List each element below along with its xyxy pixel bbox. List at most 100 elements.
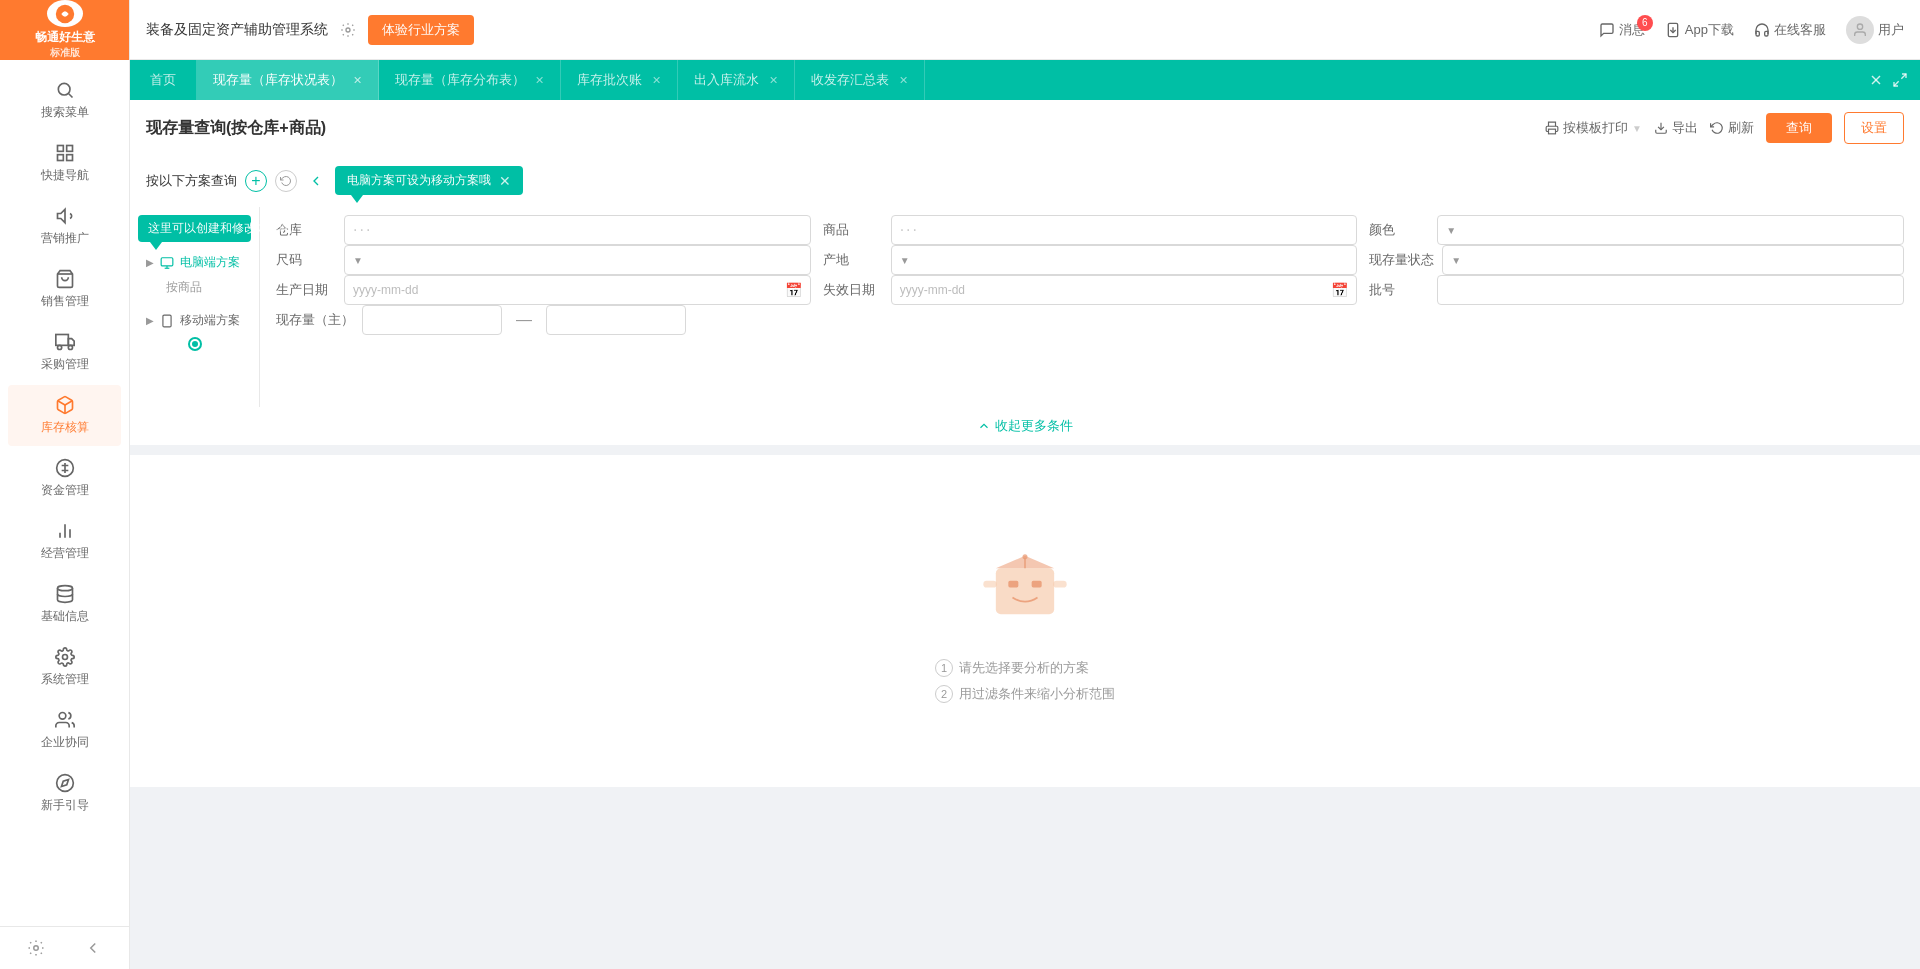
stock-qty-from[interactable] — [362, 305, 502, 335]
user-avatar-button[interactable]: 用户 — [1846, 16, 1904, 44]
warehouse-dots[interactable]: ··· — [353, 221, 372, 239]
step-1-num: 1 — [935, 659, 953, 677]
exp-date-input[interactable]: yyyy-mm-dd 📅 — [891, 275, 1358, 305]
stock-status-select[interactable]: ▼ — [1442, 245, 1904, 275]
query-button[interactable]: 查询 — [1766, 113, 1832, 143]
size-label: 尺码 — [276, 251, 336, 269]
experience-button[interactable]: 体验行业方案 — [368, 15, 474, 45]
sidebar-item-search[interactable]: 搜索菜单 — [8, 70, 121, 131]
sidebar-item-finance[interactable]: 资金管理 — [8, 448, 121, 509]
filter-arrow-button[interactable] — [305, 170, 327, 192]
svg-point-10 — [68, 345, 72, 349]
tab-inv-status-close[interactable]: ✕ — [353, 74, 362, 87]
sidebar-item-purchase[interactable]: 采购管理 — [8, 322, 121, 383]
filter-add-button[interactable]: + — [245, 170, 267, 192]
tab-close-all-icon[interactable] — [1868, 72, 1884, 88]
settings-gear-icon[interactable] — [340, 22, 356, 38]
online-service-button[interactable]: 在线客服 — [1754, 21, 1826, 39]
svg-point-16 — [57, 586, 72, 591]
headset-icon — [1754, 22, 1770, 38]
filter-row-2: 尺码 ▼ 产地 ▼ 现存量状态 — [276, 245, 1904, 275]
field-product: 商品 ··· — [823, 215, 1358, 245]
batch-input[interactable] — [1437, 275, 1904, 305]
schema-item-pc[interactable]: ▶ 电脑端方案 — [138, 250, 259, 275]
filter-refresh-button[interactable] — [275, 170, 297, 192]
origin-chevron: ▼ — [900, 255, 910, 266]
sidebar-item-operation[interactable]: 经营管理 — [8, 511, 121, 572]
origin-select[interactable]: ▼ — [891, 245, 1358, 275]
svg-point-25 — [1857, 24, 1862, 29]
schema-subitem-pc[interactable]: 按商品 — [138, 275, 259, 300]
sidebar-label-purchase: 采购管理 — [41, 356, 89, 373]
tab-in-out-flow[interactable]: 出入库流水 ✕ — [678, 60, 795, 100]
sidebar-item-enterprise[interactable]: 企业协同 — [8, 700, 121, 761]
tab-batch-close[interactable]: ✕ — [652, 74, 661, 87]
tooltip2-close[interactable]: ✕ — [300, 221, 312, 237]
svg-point-17 — [62, 655, 67, 660]
header-right: 消息 6 App下载 在线客服 用户 — [1599, 16, 1904, 44]
empty-step-1: 1 请先选择要分析的方案 — [935, 655, 1115, 681]
main-content: 装备及固定资产辅助管理系统 体验行业方案 消息 6 App下载 在线客服 — [130, 0, 1920, 969]
tooltip1: 电脑方案可设为移动方案哦 ✕ — [335, 166, 523, 195]
exp-calendar-icon[interactable]: 📅 — [1331, 282, 1348, 298]
tab-recv-close[interactable]: ✕ — [899, 74, 908, 87]
sidebar-label-search: 搜索菜单 — [41, 104, 89, 121]
tab-inout-close[interactable]: ✕ — [769, 74, 778, 87]
color-label: 颜色 — [1369, 221, 1429, 239]
tab-recv-summary[interactable]: 收发存汇总表 ✕ — [795, 60, 925, 100]
sidebar-item-quick[interactable]: 快捷导航 — [8, 133, 121, 194]
svg-rect-43 — [1053, 581, 1066, 588]
field-origin: 产地 ▼ — [823, 245, 1358, 275]
size-select[interactable]: ▼ — [344, 245, 811, 275]
tooltip2-wrapper: 这里可以创建和修改方案哦 ✕ — [138, 215, 251, 242]
tab-inv-dist-close[interactable]: ✕ — [535, 74, 544, 87]
export-button[interactable]: 导出 — [1654, 119, 1698, 137]
mfg-calendar-icon[interactable]: 📅 — [785, 282, 802, 298]
mfg-date-input[interactable]: yyyy-mm-dd 📅 — [344, 275, 811, 305]
tab-inventory-status[interactable]: 现存量（库存状况表） ✕ — [197, 60, 379, 100]
sidebar-item-inventory[interactable]: 库存核算 — [8, 385, 121, 446]
sidebar-label-quick: 快捷导航 — [41, 167, 89, 184]
sidebar-item-basic[interactable]: 基础信息 — [8, 574, 121, 635]
print-dropdown-icon[interactable]: ▼ — [1632, 123, 1642, 134]
mfg-date-placeholder: yyyy-mm-dd — [353, 283, 418, 297]
sidebar-item-system[interactable]: 系统管理 — [8, 637, 121, 698]
mfg-date-label: 生产日期 — [276, 281, 336, 299]
product-dots[interactable]: ··· — [900, 221, 919, 239]
product-select[interactable]: ··· — [891, 215, 1358, 245]
color-select[interactable]: ▼ — [1437, 215, 1904, 245]
tab-bar: 首页 现存量（库存状况表） ✕ 现存量（库存分布表） ✕ 库存批次账 ✕ 出入库… — [130, 60, 1920, 100]
message-button[interactable]: 消息 6 — [1599, 21, 1645, 39]
footer-settings-icon[interactable] — [27, 939, 45, 957]
svg-rect-7 — [55, 335, 68, 346]
footer-collapse-icon[interactable] — [84, 939, 102, 957]
tab-home[interactable]: 首页 — [130, 60, 197, 100]
tab-expand-icon[interactable] — [1892, 72, 1908, 88]
tab-bar-actions — [1868, 72, 1920, 88]
sidebar-item-guide[interactable]: 新手引导 — [8, 763, 121, 824]
sidebar: 畅通好生意 标准版 搜索菜单 快捷导航 营销推广 销售管理 采购管理 — [0, 0, 130, 969]
print-icon — [1545, 121, 1559, 135]
database-icon — [55, 584, 75, 604]
stock-qty-to[interactable] — [546, 305, 686, 335]
print-button[interactable]: 按模板打印 ▼ — [1545, 119, 1642, 137]
svg-rect-5 — [66, 155, 72, 161]
tooltip1-close[interactable]: ✕ — [499, 173, 511, 189]
svg-point-19 — [56, 775, 73, 792]
sidebar-item-sales[interactable]: 销售管理 — [8, 259, 121, 320]
warehouse-select[interactable]: ··· — [344, 215, 811, 245]
svg-rect-3 — [66, 146, 72, 152]
product-label: 商品 — [823, 221, 883, 239]
set-button[interactable]: 设置 — [1844, 112, 1904, 144]
app-download-button[interactable]: App下载 — [1665, 21, 1734, 39]
sidebar-item-marketing[interactable]: 营销推广 — [8, 196, 121, 257]
svg-point-41 — [1023, 554, 1028, 559]
schema-item-mobile[interactable]: ▶ 移动端方案 — [138, 308, 259, 333]
svg-rect-32 — [161, 257, 173, 265]
collapse-more-button[interactable]: 收起更多条件 — [130, 407, 1920, 445]
page-area: 现存量查询(按仓库+商品) 按模板打印 ▼ 导出 刷新 查询 设置 — [130, 100, 1920, 969]
tab-batch-ledger[interactable]: 库存批次账 ✕ — [561, 60, 678, 100]
refresh-button[interactable]: 刷新 — [1710, 119, 1754, 137]
chart-icon — [55, 521, 75, 541]
tab-inventory-dist[interactable]: 现存量（库存分布表） ✕ — [379, 60, 561, 100]
